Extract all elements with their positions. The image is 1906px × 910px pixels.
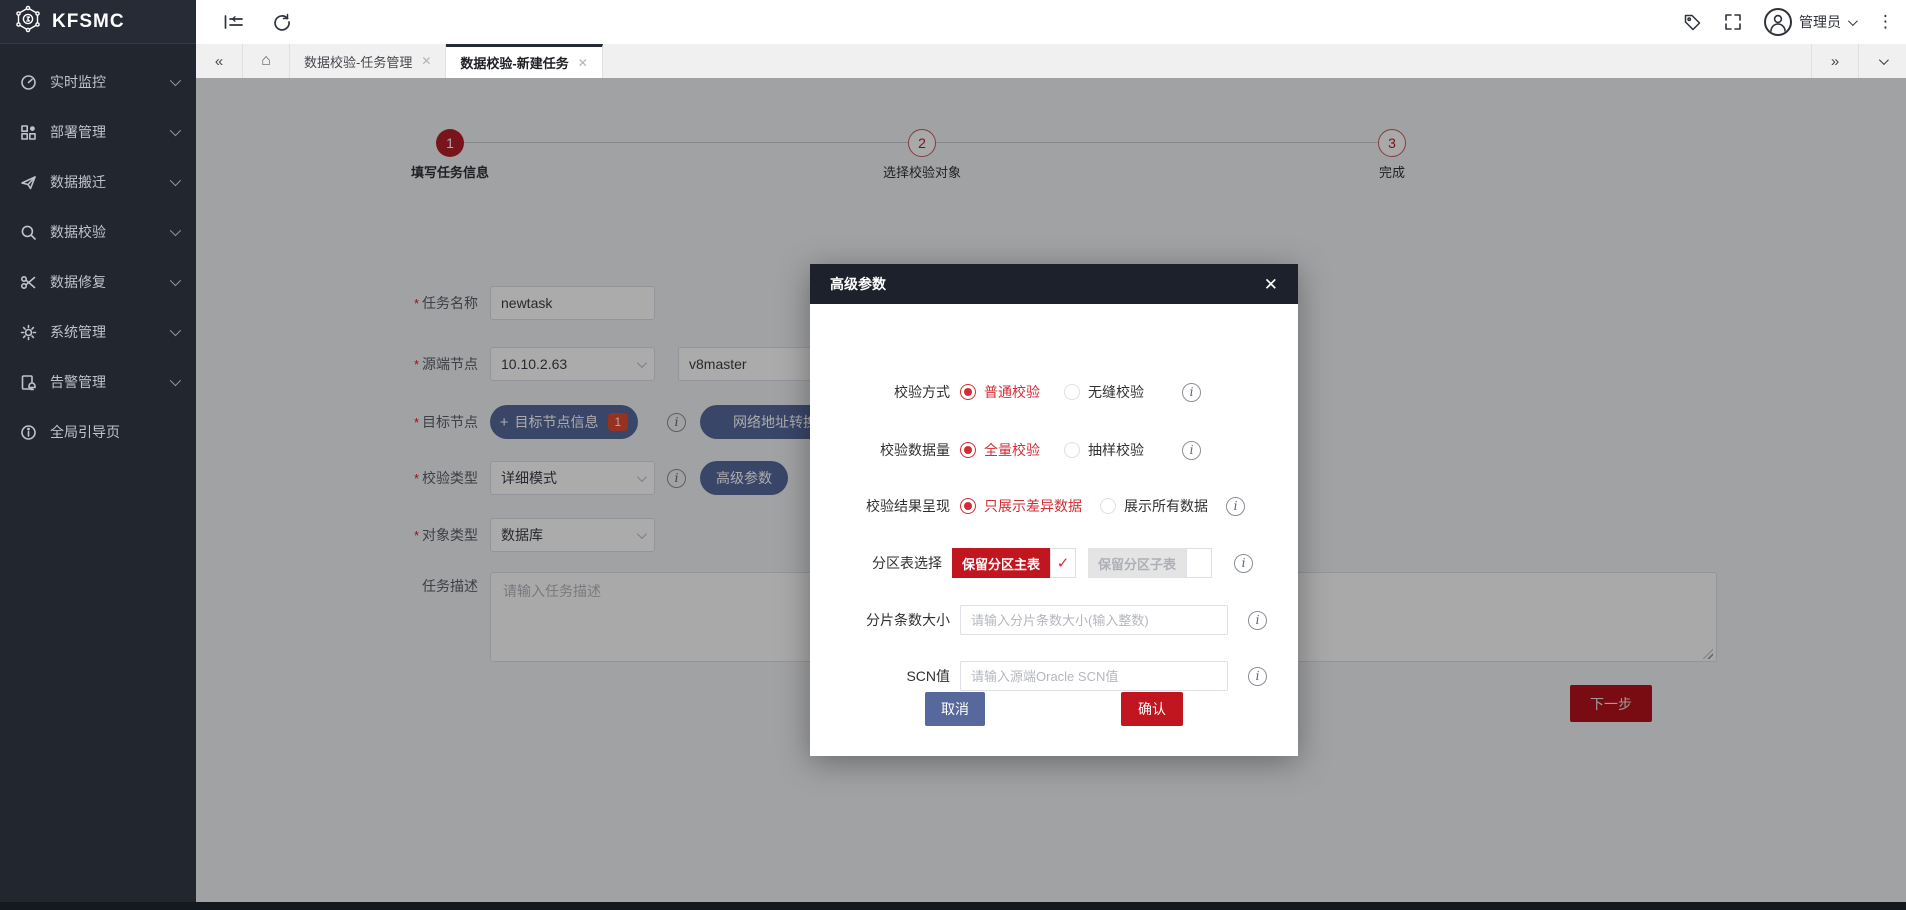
- tabbar-spacer: [603, 44, 1812, 78]
- result-display-row: 校验结果呈现 只展示差异数据 展示所有数据 i: [810, 490, 1298, 522]
- info-icon: [20, 424, 37, 441]
- home-tab-button[interactable]: ⌂: [243, 44, 290, 78]
- info-icon[interactable]: i: [1182, 382, 1201, 402]
- app-title: KFSMC: [52, 10, 125, 32]
- more-options-icon[interactable]: ⋮: [1877, 12, 1894, 32]
- menu-fold-icon[interactable]: [224, 14, 243, 30]
- modal-title: 高级参数: [830, 276, 886, 292]
- sidebar-item-system-management[interactable]: 系统管理: [0, 307, 196, 357]
- chevron-down-icon: [169, 324, 182, 337]
- alert-icon: [20, 374, 37, 391]
- keep-partition-sub-button[interactable]: 保留分区子表: [1088, 548, 1187, 578]
- scn-row: SCN值 i: [810, 660, 1298, 692]
- partition-select-row: 分区表选择 保留分区主表 ✓ 保留分区子表 i: [810, 547, 1298, 579]
- tab-new-task[interactable]: 数据校验-新建任务 ✕: [446, 44, 603, 78]
- tag-icon[interactable]: [1683, 13, 1702, 32]
- tabs-menu-button[interactable]: [1859, 44, 1906, 78]
- empty-checkbox[interactable]: [1186, 548, 1213, 578]
- sidebar-item-alert-management[interactable]: 告警管理: [0, 357, 196, 407]
- advanced-params-modal: 高级参数 ✕ 校验方式 普通校验 无缝校验 i 校验数据量 全量校验 抽样校验 …: [810, 264, 1298, 756]
- scn-input[interactable]: [960, 661, 1228, 691]
- radio-selected-icon: [960, 498, 976, 514]
- repair-icon: [20, 274, 37, 291]
- info-icon[interactable]: i: [1182, 440, 1201, 460]
- chevron-down-icon: [169, 124, 182, 137]
- keep-partition-main-button[interactable]: 保留分区主表: [952, 548, 1051, 578]
- info-icon[interactable]: i: [1234, 553, 1254, 573]
- gauge-icon: [20, 74, 37, 91]
- refresh-icon[interactable]: [273, 13, 291, 31]
- close-icon[interactable]: ✕: [421, 54, 431, 68]
- sidebar-item-realtime-monitor[interactable]: 实时监控: [0, 57, 196, 107]
- info-icon[interactable]: i: [1248, 666, 1267, 686]
- close-icon[interactable]: ✕: [578, 56, 588, 70]
- checkmark-icon[interactable]: ✓: [1050, 548, 1077, 578]
- sidebar-item-data-migration[interactable]: 数据搬迁: [0, 157, 196, 207]
- info-icon[interactable]: i: [1226, 496, 1245, 516]
- sidebar: KFSMC 实时监控 部署管理 数据搬迁 数据校验 数据修复 系统管理 告警管理…: [0, 0, 196, 910]
- radio-sample-check[interactable]: 抽样校验: [1064, 440, 1144, 460]
- user-menu[interactable]: 管理员: [1764, 8, 1858, 36]
- radio-show-all[interactable]: 展示所有数据: [1100, 496, 1208, 516]
- radio-unselected-icon: [1100, 498, 1116, 514]
- radio-full-check[interactable]: 全量校验: [960, 440, 1040, 460]
- radio-seamless-check[interactable]: 无缝校验: [1064, 382, 1144, 402]
- radio-selected-icon: [960, 384, 976, 400]
- sidebar-menu: 实时监控 部署管理 数据搬迁 数据校验 数据修复 系统管理 告警管理 全局引导页: [0, 44, 196, 457]
- radio-normal-check[interactable]: 普通校验: [960, 382, 1040, 402]
- cancel-button[interactable]: 取消: [925, 692, 985, 726]
- radio-unselected-icon: [1064, 384, 1080, 400]
- tab-task-management[interactable]: 数据校验-任务管理 ✕: [290, 44, 447, 78]
- logo: KFSMC: [0, 0, 196, 44]
- fullscreen-icon[interactable]: [1724, 13, 1742, 31]
- sidebar-item-global-guide[interactable]: 全局引导页: [0, 407, 196, 457]
- home-icon: ⌂: [261, 52, 271, 69]
- radio-unselected-icon: [1064, 442, 1080, 458]
- chevron-down-icon: [169, 274, 182, 287]
- topbar: 管理员 ⋮: [196, 0, 1906, 44]
- tabs-scroll-left-button[interactable]: «: [196, 44, 243, 78]
- chevron-down-icon: [169, 224, 182, 237]
- chevron-down-icon: [1878, 54, 1889, 65]
- search-icon: [20, 224, 37, 241]
- sidebar-item-deploy-management[interactable]: 部署管理: [0, 107, 196, 157]
- avatar: [1764, 8, 1792, 36]
- sidebar-item-data-repair[interactable]: 数据修复: [0, 257, 196, 307]
- bottom-bar: [0, 902, 1906, 910]
- confirm-button[interactable]: 确认: [1121, 692, 1183, 726]
- chevron-down-icon: [169, 174, 182, 187]
- info-icon[interactable]: i: [1248, 610, 1267, 630]
- shard-size-input[interactable]: [960, 605, 1228, 635]
- tabbar: « ⌂ 数据校验-任务管理 ✕ 数据校验-新建任务 ✕ »: [196, 44, 1906, 78]
- radio-selected-icon: [960, 442, 976, 458]
- deploy-icon: [20, 124, 37, 141]
- chevron-down-icon: [169, 374, 182, 387]
- close-icon[interactable]: ✕: [1264, 276, 1278, 293]
- tabs-scroll-right-button[interactable]: »: [1812, 44, 1859, 78]
- modal-footer: 取消 确认: [810, 692, 1298, 726]
- migrate-icon: [20, 174, 37, 191]
- check-method-row: 校验方式 普通校验 无缝校验 i: [810, 376, 1298, 408]
- chevron-down-icon: [169, 74, 182, 87]
- shard-size-row: 分片条数大小 i: [810, 604, 1298, 636]
- kfsmc-logo-icon: [14, 5, 42, 38]
- data-volume-row: 校验数据量 全量校验 抽样校验 i: [810, 434, 1298, 466]
- radio-diff-only[interactable]: 只展示差异数据: [960, 496, 1082, 516]
- modal-header: 高级参数 ✕: [810, 264, 1298, 304]
- user-name: 管理员: [1799, 14, 1841, 30]
- chevron-down-icon: [1847, 15, 1858, 26]
- sidebar-item-data-verification[interactable]: 数据校验: [0, 207, 196, 257]
- gear-icon: [20, 324, 37, 341]
